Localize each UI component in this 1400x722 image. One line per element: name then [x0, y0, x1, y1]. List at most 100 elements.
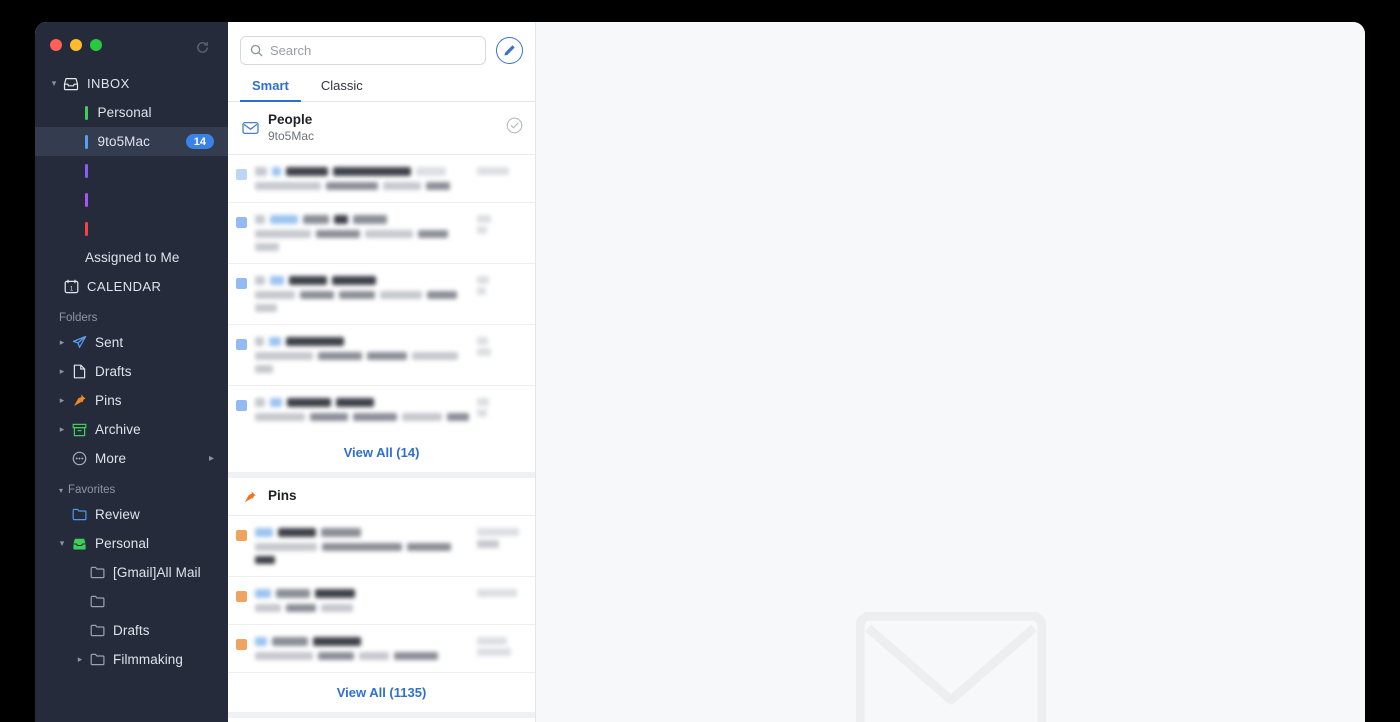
message-content [255, 528, 469, 565]
unread-indicator [236, 400, 247, 412]
chevron-down-icon[interactable] [55, 538, 69, 549]
sidebar-item-personal-favorite[interactable]: Personal [35, 529, 228, 558]
sidebar-item-label: Review [95, 507, 140, 522]
message-preview-redacted [255, 413, 469, 422]
folder-icon [69, 508, 89, 521]
sidebar-item-label: INBOX [87, 76, 130, 91]
sidebar-item-unlabeled-2[interactable] [35, 185, 228, 214]
message-subject-redacted [255, 167, 469, 177]
sidebar-item-gmail-all-mail[interactable]: [Gmail]All Mail [35, 558, 228, 587]
chevron-right-icon[interactable]: ▸ [209, 453, 214, 464]
pencil-icon [504, 45, 515, 56]
sidebar-item-drafts[interactable]: Drafts [35, 357, 228, 386]
zoom-button[interactable] [90, 39, 102, 51]
message-preview-redacted [255, 291, 469, 313]
message-preview-redacted [255, 652, 469, 661]
message-row[interactable] [228, 325, 535, 387]
sidebar-item-label: More [95, 451, 127, 466]
sidebar-item-label: 9to5Mac [97, 134, 150, 149]
view-all-people-link[interactable]: View All (14) [228, 433, 535, 472]
unread-badge: 14 [185, 134, 214, 149]
folder-outline-icon [87, 595, 107, 608]
unread-indicator [236, 278, 247, 290]
sidebar-item-unlabeled-folder[interactable] [35, 587, 228, 616]
sidebar-item-review[interactable]: Review [35, 500, 228, 529]
view-all-pins-link[interactable]: View All (1135) [228, 673, 535, 712]
sidebar-item-inbox[interactable]: INBOX [35, 69, 228, 98]
inbox-icon [61, 77, 81, 91]
sidebar-item-unlabeled-1[interactable] [35, 156, 228, 185]
search-input[interactable] [270, 43, 476, 58]
color-bar [85, 105, 88, 120]
chevron-right-icon[interactable] [55, 424, 69, 435]
message-row[interactable] [228, 516, 535, 578]
color-bar [85, 192, 88, 207]
archive-icon [69, 423, 89, 437]
message-timestamp-redacted [477, 215, 523, 251]
app-window: INBOX Personal 9to5Mac 14 [35, 22, 1365, 722]
sidebar-item-sent[interactable]: Sent [35, 328, 228, 357]
message-content [255, 637, 469, 661]
sidebar-item-archive[interactable]: Archive [35, 415, 228, 444]
sidebar-item-assigned-to-me[interactable]: Assigned to Me [35, 243, 228, 272]
search-toolbar [228, 22, 535, 65]
check-circle-icon[interactable] [506, 117, 523, 139]
message-subject-redacted [255, 398, 469, 408]
color-bar [85, 221, 88, 236]
chevron-right-icon[interactable] [55, 395, 69, 406]
message-row[interactable] [228, 203, 535, 265]
chevron-right-icon[interactable] [55, 366, 69, 377]
sidebar-item-label: Pins [95, 393, 122, 408]
chevron-right-icon[interactable] [55, 337, 69, 348]
message-timestamp-redacted [477, 276, 523, 312]
section-title: People [268, 112, 313, 127]
color-bar [85, 163, 88, 178]
sidebar-item-calendar[interactable]: 1 CALENDAR [35, 272, 228, 301]
sidebar-item-drafts-nested[interactable]: Drafts [35, 616, 228, 645]
pin-indicator [236, 639, 247, 651]
close-button[interactable] [50, 39, 62, 51]
chevron-right-icon[interactable] [73, 654, 87, 665]
sidebar-item-9to5mac[interactable]: 9to5Mac 14 [35, 127, 228, 156]
section-subtitle: 9to5Mac [268, 128, 315, 143]
sidebar-item-unlabeled-3[interactable] [35, 214, 228, 243]
message-row[interactable] [228, 386, 535, 433]
chevron-down-icon[interactable] [47, 78, 61, 89]
message-row[interactable] [228, 264, 535, 326]
sidebar: INBOX Personal 9to5Mac 14 [35, 22, 228, 722]
message-content [255, 167, 469, 191]
sidebar-item-personal[interactable]: Personal [35, 98, 228, 127]
sidebar-group-favorites[interactable]: ▾ Favorites [35, 473, 228, 500]
section-title: Pins [268, 488, 297, 504]
message-content [255, 337, 469, 374]
section-header[interactable]: People 9to5Mac [228, 102, 535, 156]
pin-indicator [236, 530, 247, 542]
compose-button[interactable] [496, 37, 523, 64]
search-box[interactable] [240, 36, 486, 65]
message-list: People 9to5Mac View All (14) Pins View A… [228, 102, 535, 722]
envelope-outline-icon [240, 121, 260, 135]
chevron-down-icon[interactable]: ▾ [59, 486, 63, 495]
section-people: People 9to5Mac View All (14) [228, 102, 535, 479]
sidebar-item-label: Sent [95, 335, 124, 350]
calendar-icon: 1 [61, 279, 81, 294]
message-timestamp-redacted [477, 528, 523, 564]
sidebar-item-label: Assigned to Me [85, 250, 180, 265]
sidebar-item-label: Drafts [95, 364, 132, 379]
section-header[interactable]: Pins [228, 478, 535, 517]
sidebar-scroll: INBOX Personal 9to5Mac 14 [35, 51, 228, 674]
tab-classic[interactable]: Classic [309, 74, 375, 101]
sidebar-item-label: Filmmaking [113, 652, 184, 667]
message-content [255, 589, 469, 613]
message-row[interactable] [228, 577, 535, 626]
sidebar-item-filmmaking[interactable]: Filmmaking [35, 645, 228, 674]
sidebar-item-label: [Gmail]All Mail [113, 565, 201, 580]
sidebar-item-more[interactable]: More ▸ [35, 444, 228, 473]
message-preview-redacted [255, 182, 469, 191]
sidebar-item-pins[interactable]: Pins [35, 386, 228, 415]
message-row[interactable] [228, 625, 535, 674]
minimize-button[interactable] [70, 39, 82, 51]
tab-smart[interactable]: Smart [240, 74, 301, 102]
message-row[interactable] [228, 155, 535, 204]
refresh-icon[interactable] [195, 40, 210, 55]
